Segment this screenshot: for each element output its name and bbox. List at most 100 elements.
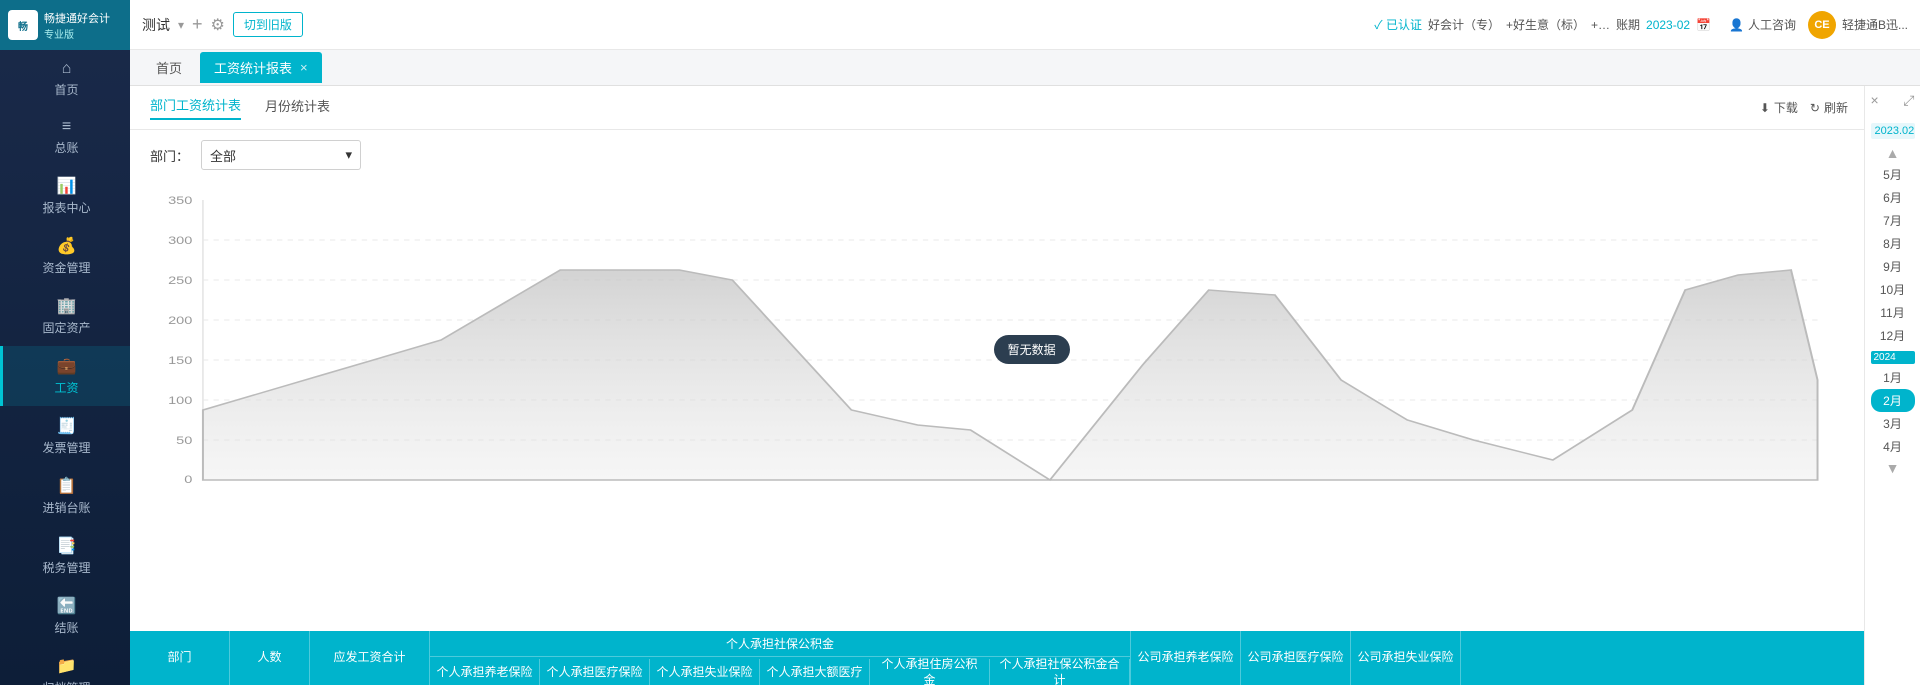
topbar-dropdown-arrow[interactable]: ▾ bbox=[178, 18, 184, 32]
advisor-label: 人工咨询 bbox=[1748, 16, 1796, 33]
user-name: 轻捷通B迅... bbox=[1842, 16, 1908, 33]
sidebar: 畅 畅捷通好会计 专业版 ⌂ 首页 ≡ 总账 📊 报表中心 💰 资金管理 🏢 固… bbox=[0, 0, 130, 685]
tab-home[interactable]: 首页 bbox=[142, 52, 196, 83]
tooltip-text: 暂无数据 bbox=[1008, 343, 1056, 357]
sidebar-label-ledger: 总账 bbox=[54, 139, 78, 156]
sidebar-item-home[interactable]: ⌂ 首页 bbox=[0, 50, 130, 108]
download-button[interactable]: ⬇ 下载 bbox=[1760, 99, 1798, 116]
panel-close-button[interactable]: × bbox=[1871, 92, 1879, 115]
logo-line1: 畅捷通好会计 bbox=[44, 10, 110, 26]
th-personal-medical: 个人承担医疗保险 bbox=[540, 659, 650, 685]
assets-icon: 🏢 bbox=[57, 296, 77, 316]
right-panel: × ⤢ 2023.02 ▲ 5月 6月 7月 8月 9月 10月 11月 12月… bbox=[1864, 86, 1920, 685]
filter-row: 部门： 全部 ▾ bbox=[130, 130, 1864, 180]
th-personal-total: 个人承担社保公积金合计 bbox=[990, 659, 1130, 685]
month-12[interactable]: 12月 bbox=[1871, 324, 1915, 347]
advisor-icon: 👤 bbox=[1729, 18, 1744, 32]
th-company-pension: 公司承担养老保险 bbox=[1131, 631, 1241, 685]
sidebar-item-invoice[interactable]: 🧾 发票管理 bbox=[0, 406, 130, 466]
user-avatar: CE bbox=[1808, 11, 1836, 39]
th-dept: 部门 bbox=[130, 631, 230, 685]
month-1-2024[interactable]: 1月 bbox=[1871, 366, 1915, 389]
sidebar-label-salary: 工资 bbox=[54, 379, 78, 396]
panel-expand-button[interactable]: ⤢ bbox=[1903, 92, 1914, 109]
sidebar-item-funds[interactable]: 💰 资金管理 bbox=[0, 226, 130, 286]
invoice-icon: 🧾 bbox=[57, 416, 77, 436]
th-personal-pension: 个人承担养老保险 bbox=[430, 659, 540, 685]
month-7[interactable]: 7月 bbox=[1871, 209, 1915, 232]
sub-tab-month[interactable]: 月份统计表 bbox=[265, 96, 330, 119]
sidebar-item-sales[interactable]: 📋 进销台账 bbox=[0, 466, 130, 526]
sidebar-label-home: 首页 bbox=[54, 81, 78, 98]
sidebar-item-salary[interactable]: 💼 工资 bbox=[0, 346, 130, 406]
month-10[interactable]: 10月 bbox=[1871, 278, 1915, 301]
sidebar-item-checkout[interactable]: 🔚 结账 bbox=[0, 586, 130, 646]
month-9[interactable]: 9月 bbox=[1871, 255, 1915, 278]
sidebar-label-reports: 报表中心 bbox=[42, 199, 90, 216]
reports-icon: 📊 bbox=[57, 176, 77, 196]
tab-close-button[interactable]: × bbox=[300, 60, 308, 75]
period-value: 2023-02 bbox=[1646, 18, 1690, 32]
sub-tab-actions: ⬇ 下载 ↻ 刷新 bbox=[1760, 99, 1848, 116]
panel-controls: × ⤢ bbox=[1871, 92, 1915, 119]
advisor-button[interactable]: 👤 人工咨询 bbox=[1729, 16, 1796, 33]
sub-tab-dept[interactable]: 部门工资统计表 bbox=[150, 95, 241, 120]
svg-text:250: 250 bbox=[168, 274, 192, 287]
main-content: 部门工资统计表 月份统计表 ⬇ 下载 ↻ 刷新 部门： 全部 bbox=[130, 86, 1864, 685]
dept-select-value: 全部 bbox=[210, 146, 236, 165]
refresh-button[interactable]: ↻ 刷新 bbox=[1810, 99, 1848, 116]
home-icon: ⌂ bbox=[62, 60, 72, 78]
checkout-icon: 🔚 bbox=[57, 596, 77, 616]
period-label: 账期 bbox=[1616, 16, 1640, 33]
logo-text: 畅捷通好会计 专业版 bbox=[44, 10, 110, 41]
svg-text:350: 350 bbox=[168, 194, 192, 207]
status-business: +好生意（标） bbox=[1506, 16, 1585, 33]
th-group-sub-cells: 个人承担养老保险 个人承担医疗保险 个人承担失业保险 个人承担大额医疗 个人承担 bbox=[430, 659, 1130, 685]
year-2024-section: 2024 1月 2月 3月 4月 bbox=[1871, 351, 1915, 458]
sidebar-item-assets[interactable]: 🏢 固定资产 bbox=[0, 286, 130, 346]
tab-salary-label: 工资统计报表 bbox=[214, 58, 292, 77]
tax-icon: 📑 bbox=[57, 536, 77, 556]
sidebar-label-invoice: 发票管理 bbox=[42, 439, 90, 456]
tabs-bar: 首页 工资统计报表 × bbox=[130, 50, 1920, 86]
svg-text:50: 50 bbox=[176, 434, 192, 447]
th-personal-serious-illness: 个人承担大额医疗 bbox=[760, 659, 870, 685]
month-2-2024-active[interactable]: 2月 bbox=[1871, 389, 1915, 412]
ledger-icon: ≡ bbox=[62, 118, 71, 136]
month-6[interactable]: 6月 bbox=[1871, 186, 1915, 209]
scroll-down-button[interactable]: ▼ bbox=[1886, 460, 1900, 476]
logo-icon: 畅 bbox=[8, 10, 38, 40]
topbar-settings-button[interactable]: ⚙ bbox=[211, 15, 225, 35]
month-8[interactable]: 8月 bbox=[1871, 232, 1915, 255]
svg-text:150: 150 bbox=[168, 354, 192, 367]
funds-icon: 💰 bbox=[57, 236, 77, 256]
month-4-2024[interactable]: 4月 bbox=[1871, 435, 1915, 458]
sidebar-item-ledger[interactable]: ≡ 总账 bbox=[0, 108, 130, 166]
sidebar-item-reports[interactable]: 📊 报表中心 bbox=[0, 166, 130, 226]
sales-icon: 📋 bbox=[57, 476, 77, 496]
sub-tabs: 部门工资统计表 月份统计表 ⬇ 下载 ↻ 刷新 bbox=[130, 86, 1864, 130]
th-personal-housing-fund: 个人承担住房公积金 bbox=[870, 659, 990, 685]
sidebar-label-funds: 资金管理 bbox=[42, 259, 90, 276]
logo: 畅 畅捷通好会计 专业版 bbox=[0, 0, 130, 50]
status-accountant: 好会计（专） bbox=[1428, 16, 1500, 33]
table-header: 部门 人数 应发工资合计 个人承担社保公积金 个人承担养老保险 bbox=[130, 631, 1864, 685]
sidebar-label-archive: 归档管理 bbox=[42, 679, 90, 685]
month-11[interactable]: 11月 bbox=[1871, 301, 1915, 324]
th-headcount: 人数 bbox=[230, 631, 310, 685]
sidebar-label-tax: 税务管理 bbox=[42, 559, 90, 576]
dept-filter-select[interactable]: 全部 ▾ bbox=[201, 140, 361, 170]
calendar-icon[interactable]: 📅 bbox=[1696, 18, 1711, 32]
sidebar-item-tax[interactable]: 📑 税务管理 bbox=[0, 526, 130, 586]
topbar: 测试 ▾ + ⚙ 切到旧版 ✓ 已认证 好会计（专） +好生意（标） +… 账期… bbox=[130, 0, 1920, 50]
topbar-add-button[interactable]: + bbox=[192, 14, 203, 35]
month-5[interactable]: 5月 bbox=[1871, 163, 1915, 186]
tab-salary-report[interactable]: 工资统计报表 × bbox=[200, 52, 322, 83]
sidebar-item-archive[interactable]: 📁 归档管理 bbox=[0, 646, 130, 685]
main-area: 测试 ▾ + ⚙ 切到旧版 ✓ 已认证 好会计（专） +好生意（标） +… 账期… bbox=[130, 0, 1920, 685]
month-3-2024[interactable]: 3月 bbox=[1871, 412, 1915, 435]
scroll-up-button[interactable]: ▲ bbox=[1886, 145, 1900, 161]
th-personal-unemployment: 个人承担失业保险 bbox=[650, 659, 760, 685]
svg-text:200: 200 bbox=[168, 314, 192, 327]
switch-version-button[interactable]: 切到旧版 bbox=[233, 12, 303, 37]
